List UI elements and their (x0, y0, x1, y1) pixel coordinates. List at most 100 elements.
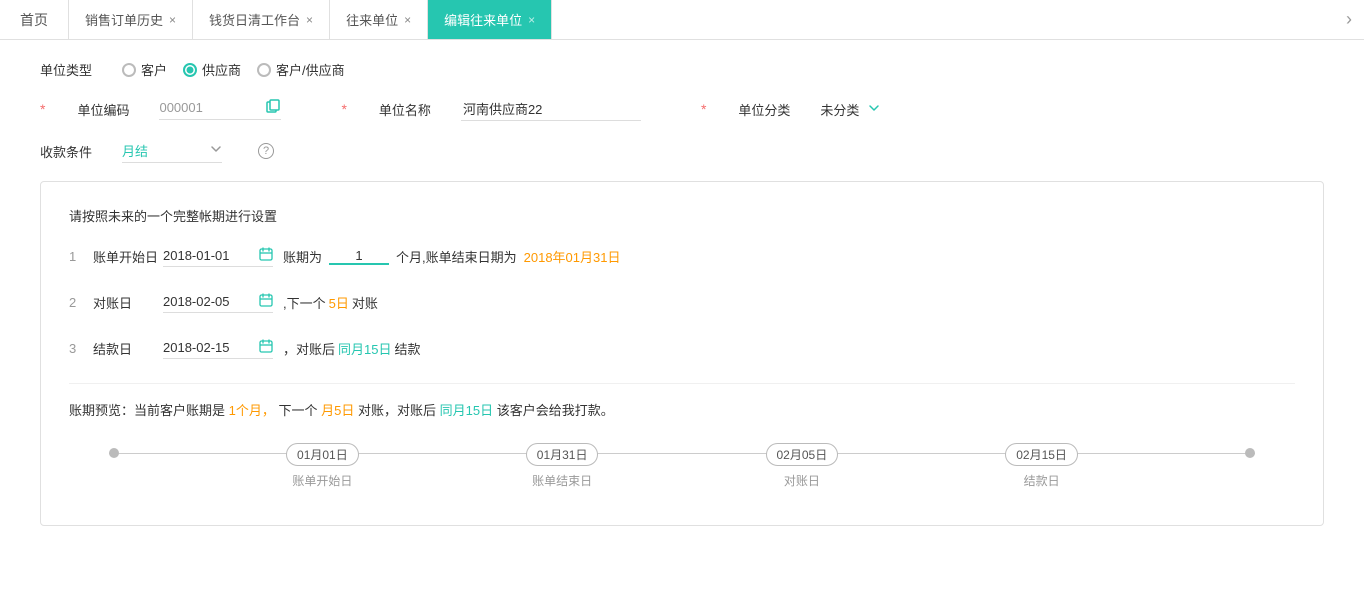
payment-value: 月结 (122, 141, 206, 160)
row-desc-3: ，对账后 同月15日 结款 (283, 339, 421, 358)
radio-circle-supplier (183, 63, 197, 77)
radio-supplier[interactable]: 供应商 (183, 60, 241, 79)
timeline-badge-4: 02月15日 (1005, 443, 1078, 466)
unit-class-arrow-icon (867, 101, 881, 118)
timeline-badge-1: 01月01日 (286, 443, 359, 466)
row-label-2: 对账日 (93, 293, 163, 312)
unit-type-label: 单位类型 (40, 60, 92, 79)
calendar-icon-2[interactable] (259, 293, 273, 310)
tab-edit-partner[interactable]: 编辑往来单位 × (428, 0, 552, 39)
start-date-field (163, 245, 273, 267)
tab-home-label: 首页 (20, 10, 48, 30)
unit-code-input[interactable] (159, 100, 259, 115)
row-label-3: 结款日 (93, 339, 163, 358)
start-date-input[interactable] (163, 248, 253, 263)
row-desc-1: 账期为 个月,账单结束日期为 2018年01月31日 (283, 247, 620, 266)
timeline-badge-3: 02月05日 (766, 443, 839, 466)
dot-right (1245, 448, 1255, 458)
preview-day5: 月5日 (321, 403, 354, 418)
payment-dropdown[interactable]: 月结 (122, 139, 222, 163)
tab-partner[interactable]: 往来单位 × (330, 0, 428, 39)
unit-type-row: 单位类型 客户 供应商 客户/供应商 (40, 60, 1324, 79)
timeline-badge-2: 01月31日 (526, 443, 599, 466)
tab-sales-history[interactable]: 销售订单历史 × (69, 0, 193, 39)
panel-title: 请按照未来的一个完整帐期进行设置 (69, 206, 1295, 225)
tab-partner-label: 往来单位 (346, 10, 398, 29)
reconcile-date-field (163, 291, 273, 313)
preview-text: 账期预览：当前客户账期是 1个月， 下一个 月5日 对账，对账后 同月15日 该… (69, 400, 1295, 419)
unit-class-label: 单位分类 (738, 100, 790, 119)
month-input[interactable] (329, 248, 389, 265)
desc-text-2: 对账 (352, 293, 378, 312)
desc-suffix-1: 个月,账单结束日期为 (396, 247, 517, 266)
tab-home[interactable]: 首页 (0, 0, 69, 39)
required-star-code: * (40, 101, 45, 117)
tab-sales-history-label: 销售订单历史 (85, 10, 163, 29)
timeline-node-4: 02月15日 结款日 (1005, 443, 1078, 489)
desc-prefix-1: 账期为 (283, 247, 322, 266)
unit-class-value: 未分类 (820, 100, 859, 119)
preview-section: 账期预览：当前客户账期是 1个月， 下一个 月5日 对账，对账后 同月15日 该… (69, 383, 1295, 501)
radio-both[interactable]: 客户/供应商 (257, 60, 345, 79)
close-icon[interactable]: × (404, 13, 411, 27)
help-icon[interactable]: ? (258, 143, 274, 159)
timeline-start-dot (109, 443, 119, 458)
radio-group-unit-type: 客户 供应商 客户/供应商 (122, 60, 345, 79)
settings-panel: 请按照未来的一个完整帐期进行设置 1 账单开始日 账期为 个月,账单结束日期为 … (40, 181, 1324, 526)
row-num-1: 1 (69, 249, 93, 264)
payment-label: 收款条件 (40, 142, 92, 161)
dropdown-arrow-icon (210, 143, 222, 158)
timeline-label-1: 账单开始日 (292, 472, 352, 489)
main-content: 单位类型 客户 供应商 客户/供应商 * 单位编码 * 单位 (0, 40, 1364, 608)
timeline-row: 01月01日 账单开始日 01月31日 账单结束日 02月05日 对账日 (109, 443, 1255, 489)
radio-circle-customer (122, 63, 136, 77)
preview-reconcile: 对账，对账后 (358, 403, 436, 418)
unit-code-field (159, 98, 281, 120)
day-highlight-3: 同月15日 (338, 339, 391, 358)
row-label-1: 账单开始日 (93, 247, 163, 266)
desc-suffix-3: 结款 (394, 339, 420, 358)
timeline-node-3: 02月05日 对账日 (766, 443, 839, 489)
copy-icon[interactable] (265, 98, 281, 117)
reconcile-date-input[interactable] (163, 294, 253, 309)
preview-next: 下一个 (279, 403, 318, 418)
unit-name-label: 单位名称 (379, 100, 431, 119)
timeline-container: 01月01日 账单开始日 01月31日 账单结束日 02月05日 对账日 (69, 443, 1295, 489)
calendar-icon-1[interactable] (259, 247, 273, 264)
radio-both-label: 客户/供应商 (276, 60, 345, 79)
unit-class-dropdown[interactable]: 未分类 (820, 100, 881, 119)
row-num-3: 3 (69, 341, 93, 356)
end-date-highlight: 2018年01月31日 (524, 247, 621, 266)
timeline-label-4: 结款日 (1024, 472, 1060, 489)
desc-prefix-3: ，对账后 (283, 339, 335, 358)
payment-date-input[interactable] (163, 340, 253, 355)
row-num-2: 2 (69, 295, 93, 310)
tab-cash-work[interactable]: 钱货日清工作台 × (193, 0, 330, 39)
setting-row-3: 3 结款日 ，对账后 同月15日 结款 (69, 337, 1295, 359)
preview-months: 1个月， (229, 403, 275, 418)
tab-cash-work-label: 钱货日清工作台 (209, 10, 300, 29)
calendar-icon-3[interactable] (259, 339, 273, 356)
unit-info-row: * 单位编码 * 单位名称 * 单位分类 未分类 (40, 97, 1324, 121)
close-icon[interactable]: × (528, 13, 535, 27)
timeline-label-2: 账单结束日 (532, 472, 592, 489)
preview-label: 账期预览：当前客户账期是 (69, 403, 225, 418)
radio-customer-label: 客户 (141, 60, 167, 79)
tab-bar: 首页 销售订单历史 × 钱货日清工作台 × 往来单位 × 编辑往来单位 × › (0, 0, 1364, 40)
radio-circle-both (257, 63, 271, 77)
row-desc-2: ,下一个 5日 对账 (283, 293, 378, 312)
setting-row-2: 2 对账日 ,下一个 5日 对账 (69, 291, 1295, 313)
required-star-class: * (701, 101, 706, 117)
close-icon[interactable]: × (169, 13, 176, 27)
required-star-name: * (341, 101, 346, 117)
unit-code-label: 单位编码 (77, 100, 129, 119)
desc-comma-2: ,下一个 (283, 293, 326, 312)
close-icon[interactable]: × (306, 13, 313, 27)
tab-expand-button[interactable]: › (1334, 0, 1364, 39)
day-highlight-2: 5日 (329, 293, 349, 312)
unit-name-input[interactable] (461, 97, 641, 121)
payment-date-field (163, 337, 273, 359)
radio-customer[interactable]: 客户 (122, 60, 167, 79)
radio-supplier-label: 供应商 (202, 60, 241, 79)
preview-day15: 同月15日 (440, 403, 493, 418)
